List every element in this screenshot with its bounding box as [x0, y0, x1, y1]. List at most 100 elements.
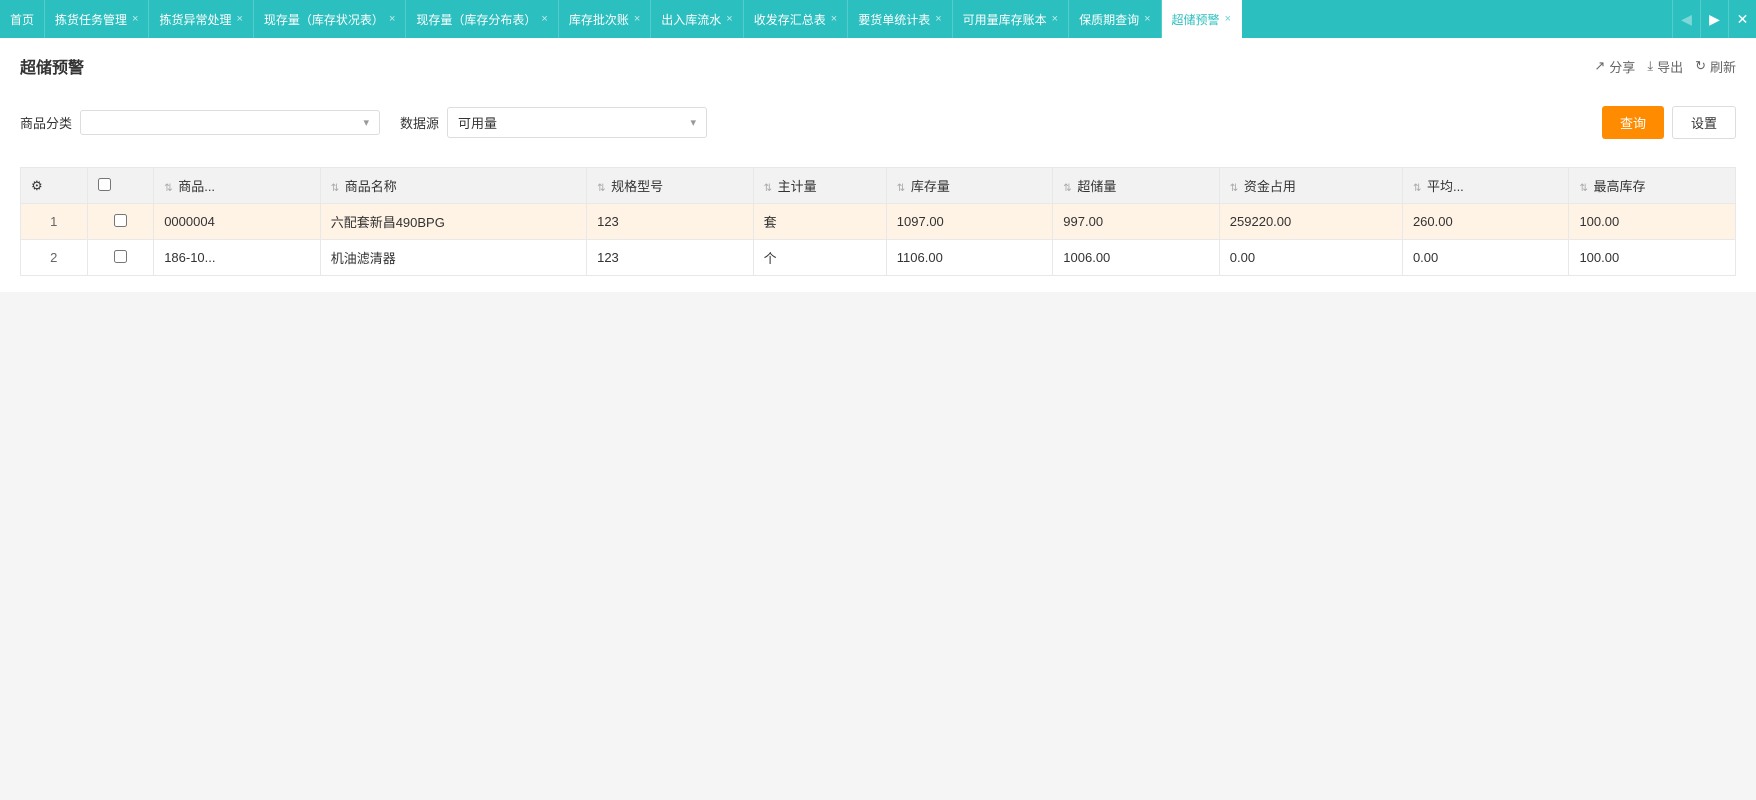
select-all-checkbox[interactable] — [98, 178, 111, 191]
nav-abnormal-close[interactable]: × — [236, 13, 242, 25]
col-stock-label: 库存量 — [911, 179, 950, 194]
col-avg[interactable]: ⇅ 平均... — [1402, 168, 1569, 204]
col-max-stock-label: 最高库存 — [1593, 179, 1645, 194]
nav-demand-label: 要货单统计表 — [858, 11, 930, 28]
col-spec[interactable]: ⇅ 规格型号 — [587, 168, 754, 204]
nav-inout[interactable]: 出入库流水 × — [651, 0, 743, 38]
nav-overstock[interactable]: 超储预警 × — [1162, 0, 1242, 38]
nav-batch[interactable]: 库存批次账 × — [559, 0, 651, 38]
nav-next-button[interactable]: ▶ — [1700, 0, 1728, 38]
nav-batch-close[interactable]: × — [634, 13, 640, 25]
nav-inventory-status-close[interactable]: × — [389, 13, 395, 25]
nav-bar: 首页 拣货任务管理 × 拣货异常处理 × 现存量（库存状况表） × 现存量（库存… — [0, 0, 1756, 38]
col-unit-label: 主计量 — [778, 179, 817, 194]
table-body: 1 0000004 六配套新昌490BPG 123 套 1097.00 997.… — [21, 204, 1736, 276]
nav-inventory-dist[interactable]: 现存量（库存分布表） × — [406, 0, 558, 38]
nav-receive[interactable]: 收发存汇总表 × — [744, 0, 848, 38]
nav-task-mgmt-label: 拣货任务管理 — [55, 11, 127, 28]
sort-icon: ⇅ — [897, 183, 905, 194]
col-capital[interactable]: ⇅ 资金占用 — [1219, 168, 1402, 204]
nav-inout-label: 出入库流水 — [661, 11, 721, 28]
sort-icon: ⇅ — [1413, 183, 1421, 194]
nav-abnormal[interactable]: 拣货异常处理 × — [149, 0, 253, 38]
query-button[interactable]: 查询 — [1602, 106, 1664, 139]
sort-icon: ⇅ — [764, 183, 772, 194]
col-product-code[interactable]: ⇅ 商品... — [154, 168, 321, 204]
export-icon: ⤓ — [1647, 58, 1653, 74]
data-table: ⚙ ⇅ 商品... ⇅ 商品名称 ⇅ 规格型号 ⇅ — [20, 167, 1736, 276]
category-select[interactable]: ▾ — [80, 110, 380, 135]
nav-demand[interactable]: 要货单统计表 × — [848, 0, 952, 38]
category-filter: 商品分类 ▾ — [20, 110, 380, 135]
refresh-link[interactable]: ↻ 刷新 — [1695, 57, 1736, 76]
col-select-all[interactable] — [87, 168, 154, 204]
datasource-label: 数据源 — [400, 113, 439, 132]
main-content: 超储预警 ↗ 分享 ⤓ 导出 ↻ 刷新 商品分类 ▾ 数据源 — [0, 38, 1756, 292]
row-checkbox-cell[interactable] — [87, 204, 154, 240]
nav-inout-close[interactable]: × — [726, 13, 732, 25]
row-checkbox[interactable] — [114, 250, 127, 263]
nav-shelflife-close[interactable]: × — [1144, 13, 1150, 25]
col-gear[interactable]: ⚙ — [21, 168, 88, 204]
datasource-value: 可用量 — [458, 113, 497, 132]
row-product-name: 六配套新昌490BPG — [320, 204, 586, 240]
refresh-icon: ↻ — [1695, 58, 1706, 74]
share-link[interactable]: ↗ 分享 — [1594, 57, 1635, 76]
export-label: 导出 — [1657, 57, 1683, 76]
col-unit[interactable]: ⇅ 主计量 — [753, 168, 886, 204]
row-max-stock: 100.00 — [1569, 240, 1736, 276]
gear-icon: ⚙ — [31, 178, 43, 193]
table-row: 2 186-10... 机油滤清器 123 个 1106.00 1006.00 … — [21, 240, 1736, 276]
row-capital: 0.00 — [1219, 240, 1402, 276]
sort-icon: ⇅ — [597, 183, 605, 194]
nav-task-mgmt[interactable]: 拣货任务管理 × — [45, 0, 149, 38]
nav-task-mgmt-close[interactable]: × — [132, 13, 138, 25]
col-avg-label: 平均... — [1427, 179, 1464, 194]
col-stock[interactable]: ⇅ 库存量 — [886, 168, 1053, 204]
nav-available-close[interactable]: × — [1052, 13, 1058, 25]
nav-overstock-close[interactable]: × — [1225, 13, 1231, 25]
row-spec: 123 — [587, 240, 754, 276]
col-spec-label: 规格型号 — [611, 179, 663, 194]
filter-bar: 商品分类 ▾ 数据源 可用量 ▾ 查询 设置 — [20, 94, 1736, 151]
sort-icon: ⇅ — [1230, 183, 1238, 194]
row-overstock: 1006.00 — [1053, 240, 1220, 276]
category-chevron-icon: ▾ — [363, 116, 369, 129]
row-avg: 0.00 — [1402, 240, 1569, 276]
datasource-filter: 数据源 可用量 ▾ — [400, 107, 707, 138]
nav-shelflife[interactable]: 保质期查询 × — [1069, 0, 1161, 38]
row-overstock: 997.00 — [1053, 204, 1220, 240]
row-capital: 259220.00 — [1219, 204, 1402, 240]
col-max-stock[interactable]: ⇅ 最高库存 — [1569, 168, 1736, 204]
row-num: 1 — [21, 204, 88, 240]
sort-icon: ⇅ — [1579, 183, 1587, 194]
nav-demand-close[interactable]: × — [935, 13, 941, 25]
row-checkbox[interactable] — [114, 214, 127, 227]
nav-prev-button[interactable]: ◀ — [1672, 0, 1700, 38]
col-product-code-label: 商品... — [178, 179, 215, 194]
col-product-name[interactable]: ⇅ 商品名称 — [320, 168, 586, 204]
share-icon: ↗ — [1594, 58, 1605, 74]
row-num: 2 — [21, 240, 88, 276]
col-overstock[interactable]: ⇅ 超储量 — [1053, 168, 1220, 204]
category-label: 商品分类 — [20, 113, 72, 132]
row-avg: 260.00 — [1402, 204, 1569, 240]
export-link[interactable]: ⤓ 导出 — [1647, 57, 1683, 76]
nav-inventory-dist-close[interactable]: × — [541, 13, 547, 25]
row-unit: 套 — [753, 204, 886, 240]
filter-actions: 查询 设置 — [1602, 106, 1736, 139]
nav-inventory-status[interactable]: 现存量（库存状况表） × — [254, 0, 406, 38]
sort-icon: ⇅ — [164, 183, 172, 194]
row-checkbox-cell[interactable] — [87, 240, 154, 276]
nav-inventory-dist-label: 现存量（库存分布表） — [416, 11, 536, 28]
datasource-select[interactable]: 可用量 ▾ — [447, 107, 707, 138]
nav-home[interactable]: 首页 — [0, 0, 45, 38]
col-capital-label: 资金占用 — [1244, 179, 1296, 194]
col-overstock-label: 超储量 — [1077, 179, 1116, 194]
nav-available[interactable]: 可用量库存账本 × — [953, 0, 1069, 38]
nav-close-all-button[interactable]: ✕ — [1728, 0, 1756, 38]
nav-receive-close[interactable]: × — [831, 13, 837, 25]
nav-batch-label: 库存批次账 — [569, 11, 629, 28]
row-stock: 1097.00 — [886, 204, 1053, 240]
settings-button[interactable]: 设置 — [1672, 106, 1736, 139]
